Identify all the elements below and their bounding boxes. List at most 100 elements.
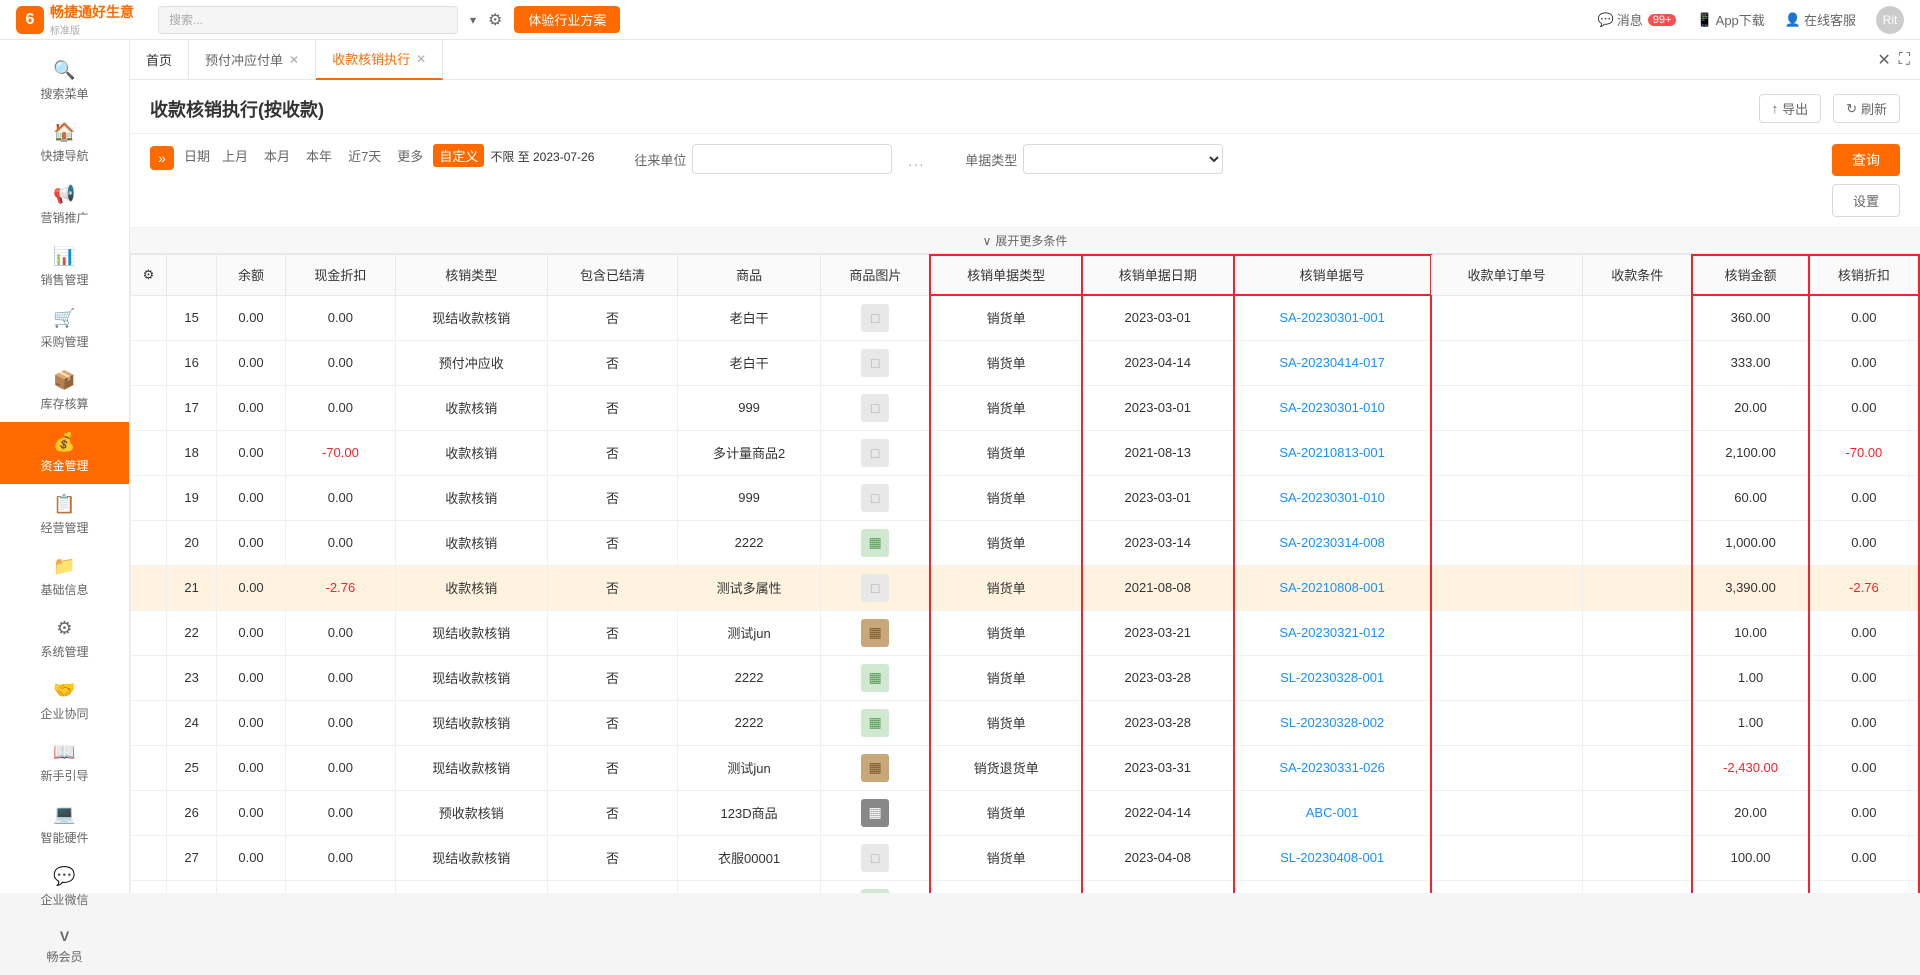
write-off-no-link[interactable]: SL-20230408-001 xyxy=(1280,850,1384,865)
page-inner: 收款核销执行(按收款) ↑ 导出 ↻ 刷新 » 日期 xyxy=(130,80,1920,893)
refresh-button[interactable]: ↻ 刷新 xyxy=(1833,94,1900,123)
write-off-no-link[interactable]: SL-20230328-002 xyxy=(1280,715,1384,730)
write-off-no-link[interactable]: SA-20230301-010 xyxy=(1279,490,1385,505)
write-off-no-link[interactable]: SA-20230414-017 xyxy=(1279,355,1385,370)
sidebar-item-operations[interactable]: 📋 经营管理 xyxy=(0,484,129,546)
td-product-image: ▦ xyxy=(820,700,930,745)
sidebar-item-hardware[interactable]: 💻 智能硬件 xyxy=(0,794,129,856)
td-write-off-amount: 333.00 xyxy=(1692,340,1808,385)
maximize-icon[interactable]: ⛶ xyxy=(1899,51,1910,69)
sidebar-item-search[interactable]: 🔍 搜索菜单 xyxy=(0,50,129,112)
td-write-off-no[interactable]: SA-20230301-010 xyxy=(1234,385,1431,430)
filter-7days-btn[interactable]: 近7天 xyxy=(342,144,387,167)
export-button[interactable]: ↑ 导出 xyxy=(1759,94,1822,123)
top-bar: 6 畅捷通好生意 标准版 搜索... ▾ ⚙ 体验行业方案 💬 消息 99+ 📱… xyxy=(0,0,1920,40)
message-icon-btn[interactable]: 💬 消息 99+ xyxy=(1598,10,1677,29)
tab-writeoff[interactable]: 收款核销执行 ✕ xyxy=(316,40,443,80)
td-write-off-no[interactable]: ABC-001 xyxy=(1234,790,1431,835)
td-write-off-type: 现结收款核销 xyxy=(395,610,547,655)
td-seq: 18 xyxy=(167,430,217,475)
filter-query-button[interactable]: 查询 xyxy=(1832,144,1900,176)
tab-writeoff-close-icon[interactable]: ✕ xyxy=(416,52,426,66)
tab-prepay-close-icon[interactable]: ✕ xyxy=(289,53,299,67)
td-write-off-no[interactable]: SA-20230301-001 xyxy=(1234,295,1431,340)
write-off-no-link[interactable]: SA-20210813-001 xyxy=(1279,445,1385,460)
td-gear xyxy=(131,340,167,385)
td-seq: 21 xyxy=(167,565,217,610)
sidebar-item-guide[interactable]: 📖 新手引导 xyxy=(0,732,129,794)
td-write-off-no[interactable]: SA-20230414-017 xyxy=(1234,340,1431,385)
td-write-off-no[interactable]: SL-20230418-001 xyxy=(1234,880,1431,893)
global-search[interactable]: 搜索... xyxy=(158,6,458,34)
sidebar-item-member[interactable]: V 畅会员 xyxy=(0,918,129,975)
tab-prepay[interactable]: 预付冲应付单 ✕ xyxy=(189,40,316,80)
td-gear xyxy=(131,430,167,475)
td-product: 衣服00001 xyxy=(678,835,820,880)
td-product-image: □ xyxy=(820,835,930,880)
sidebar-item-sales[interactable]: 📊 销售管理 xyxy=(0,236,129,298)
industry-plan-button[interactable]: 体验行业方案 xyxy=(514,6,620,33)
td-write-off-no[interactable]: SA-20210813-001 xyxy=(1234,430,1431,475)
td-write-off-no[interactable]: SL-20230408-001 xyxy=(1234,835,1431,880)
filter-doctype-select[interactable] xyxy=(1023,144,1223,174)
sidebar-item-wechat[interactable]: 💬 企业微信 xyxy=(0,856,129,918)
sidebar-item-finance[interactable]: 💰 资金管理 xyxy=(0,422,129,484)
product-img-icon: □ xyxy=(861,394,889,422)
td-receipt-order-no xyxy=(1431,835,1583,880)
td-write-off-no[interactable]: SA-20230314-008 xyxy=(1234,520,1431,565)
write-off-no-link[interactable]: SA-20230314-008 xyxy=(1279,535,1385,550)
write-off-no-link[interactable]: ABC-001 xyxy=(1306,805,1359,820)
td-write-off-no[interactable]: SA-20210808-001 xyxy=(1234,565,1431,610)
message-badge: 99+ xyxy=(1648,14,1677,26)
filter-setting-button[interactable]: 设置 xyxy=(1832,184,1900,217)
td-write-off-discount: 0.00 xyxy=(1809,340,1919,385)
write-off-no-link[interactable]: SA-20230301-010 xyxy=(1279,400,1385,415)
write-off-no-link[interactable]: SL-20230328-001 xyxy=(1280,670,1384,685)
sidebar-item-nav[interactable]: 🏠 快捷导航 xyxy=(0,112,129,174)
filter-expand-button[interactable]: » xyxy=(150,146,174,170)
filter-this-month-btn[interactable]: 本月 xyxy=(258,144,296,167)
online-service-btn[interactable]: 👤 在线客服 xyxy=(1785,10,1856,29)
td-write-off-no[interactable]: SL-20230328-002 xyxy=(1234,700,1431,745)
write-off-no-link[interactable]: SA-20230321-012 xyxy=(1279,625,1385,640)
td-product-image: ▦ xyxy=(820,745,930,790)
td-seq: 23 xyxy=(167,655,217,700)
filter-last-month-btn[interactable]: 上月 xyxy=(216,144,254,167)
td-product: 2222 xyxy=(678,520,820,565)
sidebar-item-purchase[interactable]: 🛒 采购管理 xyxy=(0,298,129,360)
filter-custom-btn[interactable]: 自定义 xyxy=(433,144,484,167)
app-name: 畅捷通好生意 xyxy=(50,2,134,22)
tab-home[interactable]: 首页 xyxy=(130,40,189,80)
td-write-off-discount: 0.00 xyxy=(1809,520,1919,565)
write-off-no-link[interactable]: SA-20230301-001 xyxy=(1279,310,1385,325)
th-gear[interactable]: ⚙ xyxy=(131,255,167,296)
filter-party-input[interactable] xyxy=(692,144,892,174)
td-write-off-no[interactable]: SA-20230301-010 xyxy=(1234,475,1431,520)
sidebar-item-collab[interactable]: 🤝 企业协同 xyxy=(0,670,129,732)
td-seq: 25 xyxy=(167,745,217,790)
write-off-no-link[interactable]: SA-20210808-001 xyxy=(1279,580,1385,595)
close-window-icon[interactable]: ✕ xyxy=(1877,50,1890,70)
td-cash-discount: 0.00 xyxy=(285,340,395,385)
product-img-icon: ▦ xyxy=(861,799,889,827)
td-write-off-no[interactable]: SL-20230328-001 xyxy=(1234,655,1431,700)
app-download-btn[interactable]: 📱 App下载 xyxy=(1696,10,1764,29)
sidebar-item-marketing[interactable]: 📢 营销推广 xyxy=(0,174,129,236)
sidebar-item-base[interactable]: 📁 基础信息 xyxy=(0,546,129,608)
settings-gear-icon[interactable]: ⚙ xyxy=(488,10,502,30)
expand-more-bar[interactable]: ∨ 展开更多条件 xyxy=(130,228,1920,254)
write-off-no-link[interactable]: SA-20230331-026 xyxy=(1279,760,1385,775)
td-write-off-no[interactable]: SA-20230331-026 xyxy=(1234,745,1431,790)
filter-more-btn[interactable]: 更多 xyxy=(391,144,429,167)
td-write-off-discount: -2.76 xyxy=(1809,565,1919,610)
filter-this-year-btn[interactable]: 本年 xyxy=(300,144,338,167)
dropdown-arrow[interactable]: ▾ xyxy=(470,13,476,27)
td-write-off-date: 2023-03-28 xyxy=(1082,700,1234,745)
sidebar-item-inventory[interactable]: 📦 库存核算 xyxy=(0,360,129,422)
user-account[interactable]: Rit xyxy=(1876,6,1904,34)
td-cash-discount: 0.00 xyxy=(285,700,395,745)
sidebar-item-system[interactable]: ⚙ 系统管理 xyxy=(0,608,129,670)
td-gear xyxy=(131,565,167,610)
td-write-off-no[interactable]: SA-20230321-012 xyxy=(1234,610,1431,655)
main-layout: 🔍 搜索菜单 🏠 快捷导航 📢 营销推广 📊 销售管理 🛒 采购管理 📦 库存核… xyxy=(0,40,1920,893)
